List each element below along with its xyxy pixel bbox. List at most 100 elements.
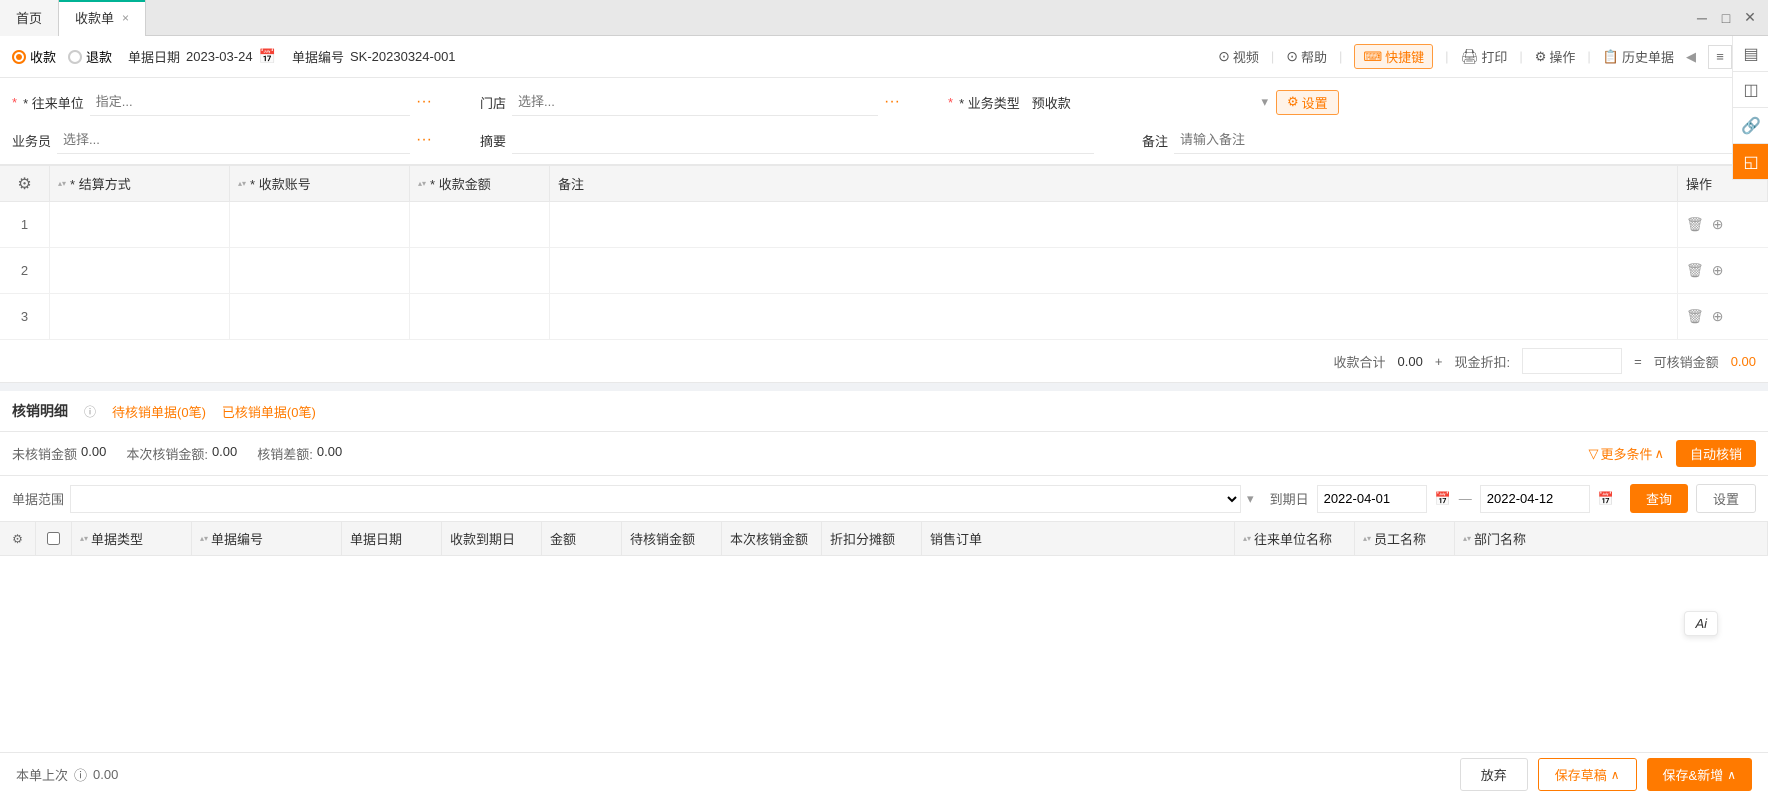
seq-num-2: 2 [21,263,28,278]
video-icon: ⊙ [1218,48,1230,65]
bth-gear[interactable]: ⚙ [0,522,36,555]
xianjian-label: 现金折扣: [1454,352,1510,371]
yewuyuan-more-btn[interactable]: ··· [416,131,432,149]
td-jsfangshi-2[interactable] [50,248,230,293]
copy-icon-2[interactable]: ⊕ [1712,262,1724,279]
more-conditions-btn[interactable]: ▽ 更多条件 ∧ [1588,444,1664,463]
hexiao-info-icon[interactable]: ⓘ [84,403,96,420]
abandon-btn[interactable]: 放弃 [1460,758,1528,791]
top-toolbar: 收款 退款 单据日期 2023-03-24 📅 单据编号 SK-20230324… [0,36,1768,78]
bth-col-danjubh: ▴▾ 单据编号 [192,522,342,555]
quwai-more-btn[interactable]: ··· [416,93,432,111]
minimize-button[interactable]: ─ [1692,8,1712,28]
caozuo-btn[interactable]: ⚙ 操作 [1535,47,1576,66]
pending-tab[interactable]: 待核销单据(0笔) [112,402,206,421]
seq-num-1: 1 [21,217,28,232]
save-new-arrow-icon: ∧ [1727,768,1736,782]
auto-hexiao-btn[interactable]: 自动核销 [1676,440,1756,467]
prev-arrow[interactable]: ◀ [1686,49,1696,65]
delete-icon-3[interactable]: 🗑 [1686,308,1704,325]
help-btn[interactable]: ⊙ 帮助 [1286,47,1327,66]
table-header: ⚙ ▴▾ * 结算方式 ▴▾ * 收款账号 ▴▾ * 收款金额 备注 操作 [0,166,1768,202]
date-end-input[interactable] [1480,485,1590,513]
yewu-dropdown-arrow[interactable]: ▾ [1261,94,1268,110]
save-new-btn[interactable]: 保存&新增 ∧ [1647,758,1752,791]
quwai-input[interactable] [90,88,410,116]
yewuyuan-input[interactable] [57,126,410,154]
kuaijian-btn[interactable]: ⌨ 快捷键 [1354,44,1433,69]
table-setting-btn[interactable]: 设置 [1696,484,1756,513]
td-beizhu-1[interactable] [550,202,1678,247]
tab-home-label: 首页 [16,8,42,27]
range-select[interactable] [70,485,1241,513]
delete-icon-2[interactable]: 🗑 [1686,262,1704,279]
sidebar-icon-table[interactable]: ▤ [1733,36,1768,72]
summary-row: 收款合计 0.00 + 现金折扣: = 可核销金额 0.00 [0,340,1768,383]
tab-shoukudan[interactable]: 收款单 × [59,0,146,36]
help-label: 帮助 [1301,47,1327,66]
xianjian-input[interactable] [1522,348,1622,374]
td-jine-2[interactable] [410,248,550,293]
sidebar-icon-link[interactable]: 🔗 [1733,108,1768,144]
bth-bumenmc-label: 部门名称 [1474,529,1526,548]
tab-bar: 首页 收款单 × ─ □ ✕ [0,0,1768,36]
td-shouzhang-1[interactable] [230,202,410,247]
calendar-icon[interactable]: 📅 [259,48,276,65]
stat-weihexiao: 未核销金额 0.00 [12,444,106,463]
td-jine-1[interactable] [410,202,550,247]
filter-row: 单据范围 ▾ 到期日 📅 — 📅 查询 设置 [0,476,1768,522]
td-jsfangshi-3[interactable] [50,294,230,339]
dian-input[interactable] [512,88,878,116]
yewu-label: * 业务类型 [959,93,1020,112]
lishi-btn[interactable]: 📋 历史单据 [1603,47,1674,66]
delete-icon-1[interactable]: 🗑 [1686,216,1704,233]
copy-icon-3[interactable]: ⊕ [1712,308,1724,325]
table-gear-icon[interactable]: ⚙ [9,174,39,194]
radio-tuikuan[interactable]: 退款 [68,47,112,66]
hexiao-section: 核销明细 ⓘ 待核销单据(0笔) 已核销单据(0笔) 未核销金额 0.00 本次… [0,391,1768,752]
sidebar-icon-doc[interactable]: ◫ [1733,72,1768,108]
beizhu-input[interactable] [1174,126,1756,154]
zhaiyao-input[interactable] [512,126,1094,154]
calendar-end-icon[interactable]: 📅 [1598,491,1614,507]
bth-col-bumenmc: ▴▾ 部门名称 [1455,522,1768,555]
dian-more-btn[interactable]: ··· [884,93,900,111]
td-beizhu-2[interactable] [550,248,1678,293]
query-btn[interactable]: 查询 [1630,484,1688,513]
date-start-input[interactable] [1317,485,1427,513]
toolbar-right-actions: ⊙ 视频 | ⊙ 帮助 | ⌨ 快捷键 | 🖨 打印 | ⚙ 操作 [1218,44,1756,69]
tab-home[interactable]: 首页 [0,0,59,36]
tab-close-icon[interactable]: × [122,11,129,25]
kehe-value: 0.00 [1731,354,1756,369]
td-shouzhang-2[interactable] [230,248,410,293]
setting-button[interactable]: ⚙ 设置 [1276,90,1339,115]
maximize-button[interactable]: □ [1716,8,1736,28]
save-draft-btn[interactable]: 保存草稿 ∧ [1538,758,1637,791]
list-view-btn[interactable]: ≡ [1708,45,1732,69]
calendar-start-icon[interactable]: 📅 [1435,491,1451,507]
sidebar-icon-expand[interactable]: ◱ [1733,144,1768,180]
dian-group: 门店 ··· [480,88,900,116]
bottom-left: 本单上次 ⓘ 0.00 [16,765,118,784]
video-btn[interactable]: ⊙ 视频 [1218,47,1259,66]
td-seq-3: 3 [0,294,50,339]
close-window-button[interactable]: ✕ [1740,8,1760,28]
form-row-2: 业务员 ··· 摘要 备注 [12,126,1756,154]
print-btn[interactable]: 🖨 打印 [1461,47,1508,66]
td-jsfangshi-1[interactable] [50,202,230,247]
td-beizhu-3[interactable] [550,294,1678,339]
bth-col-zhekoufenta: 折扣分摊额 [822,522,922,555]
sort-quwaimc: ▴▾ [1243,534,1251,543]
copy-icon-1[interactable]: ⊕ [1712,216,1724,233]
td-actions-3: 🗑 ⊕ [1678,294,1768,339]
ai-badge[interactable]: Ai [1684,611,1718,636]
done-tab[interactable]: 已核销单据(0笔) [222,402,316,421]
yewuyuan-group: 业务员 ··· [12,126,432,154]
radio-shoukuan[interactable]: 收款 [12,47,56,66]
table-setting-label: 设置 [1713,492,1739,507]
td-shouzhang-3[interactable] [230,294,410,339]
td-jine-3[interactable] [410,294,550,339]
more-conditions-label: 更多条件 [1600,444,1652,463]
select-all-checkbox[interactable] [47,532,60,545]
td-actions-1: 🗑 ⊕ [1678,202,1768,247]
